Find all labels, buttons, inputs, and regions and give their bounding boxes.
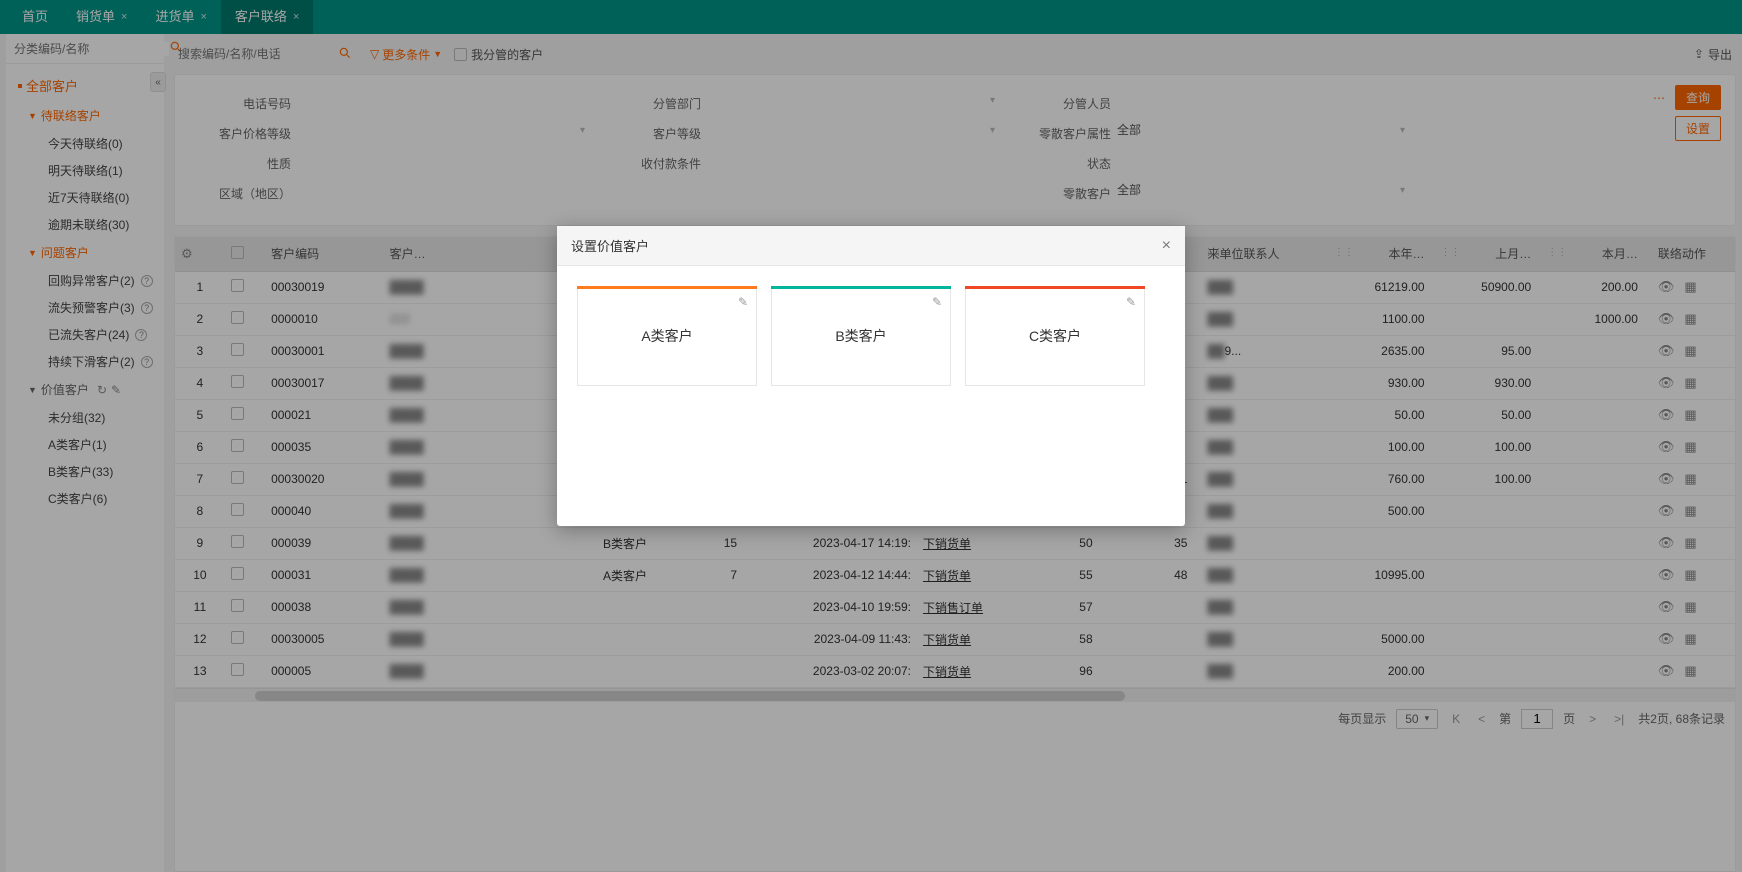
card-top-bar (771, 286, 951, 289)
modal-overlay[interactable]: 设置价值客户 × ✎ A类客户 ✎ B类客户 ✎ C类客户 (0, 0, 1742, 872)
card-top-bar (965, 286, 1145, 289)
edit-icon[interactable]: ✎ (932, 295, 942, 309)
card-label: C类客户 (1029, 326, 1081, 346)
modal-title: 设置价值客户 (571, 236, 649, 255)
value-card-b[interactable]: ✎ B类客户 (771, 286, 951, 386)
value-card-c[interactable]: ✎ C类客户 (965, 286, 1145, 386)
value-customer-modal: 设置价值客户 × ✎ A类客户 ✎ B类客户 ✎ C类客户 (557, 226, 1185, 526)
card-label: A类客户 (641, 326, 692, 346)
card-top-bar (577, 286, 757, 289)
edit-icon[interactable]: ✎ (1126, 295, 1136, 309)
modal-header: 设置价值客户 × (557, 226, 1185, 266)
edit-icon[interactable]: ✎ (738, 295, 748, 309)
value-card-a[interactable]: ✎ A类客户 (577, 286, 757, 386)
close-icon[interactable]: × (1162, 237, 1171, 255)
card-label: B类客户 (835, 326, 886, 346)
